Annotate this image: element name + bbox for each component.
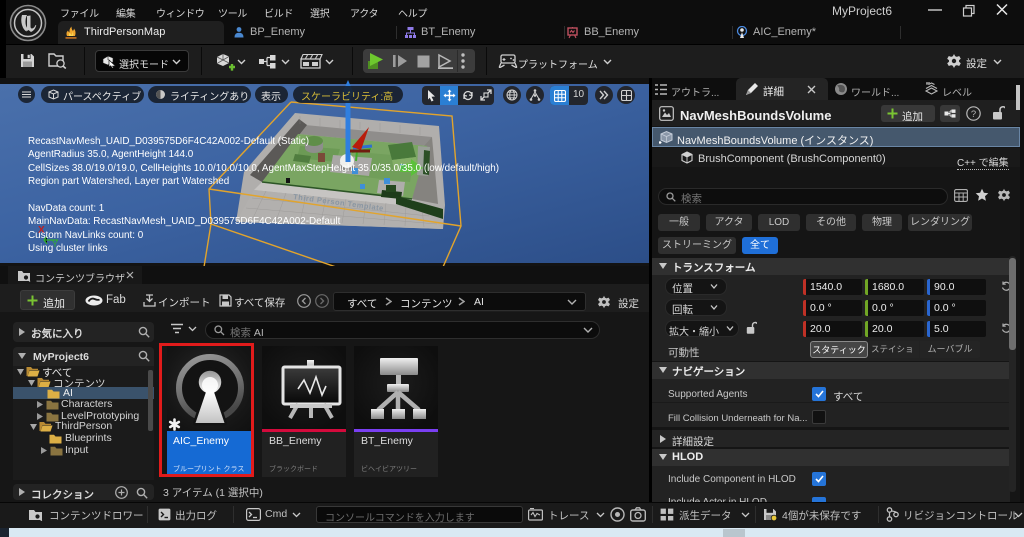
svg-text:?: ? xyxy=(971,109,976,120)
